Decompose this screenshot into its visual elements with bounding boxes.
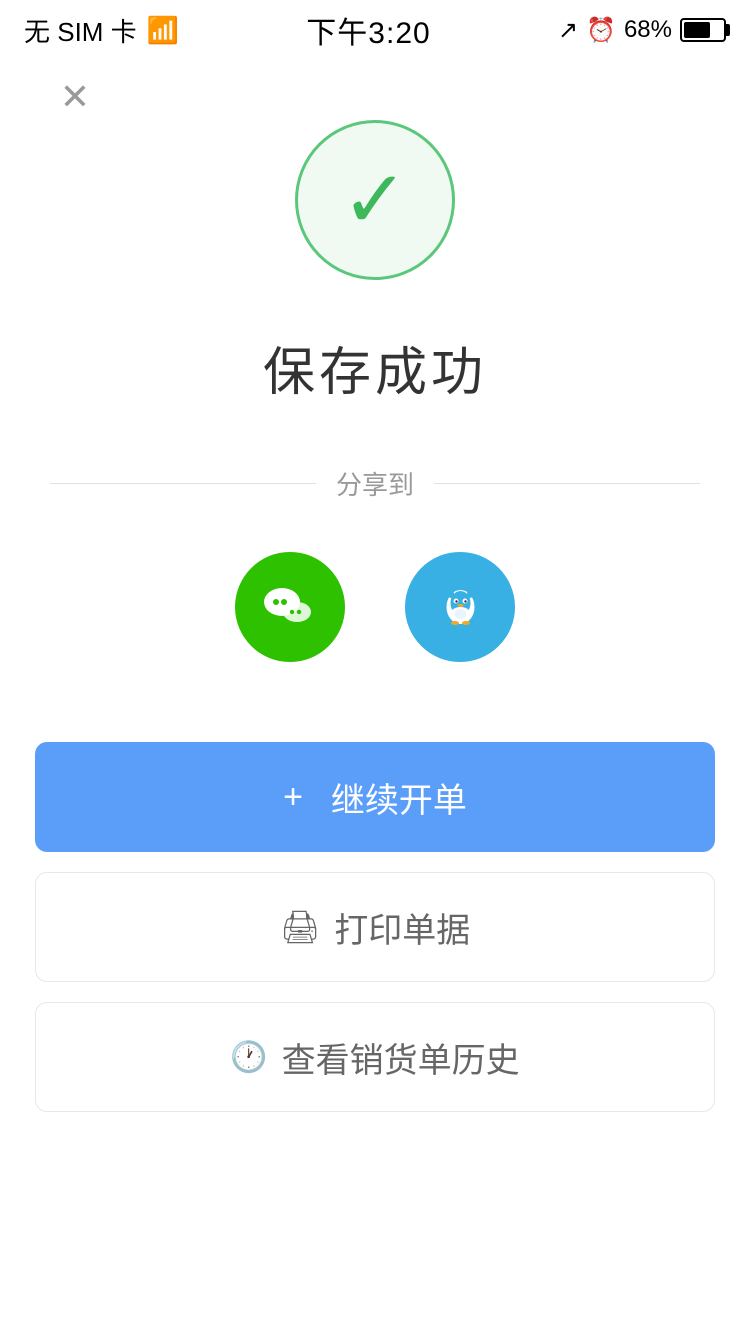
main-content: ✓ 保存成功 分享到 xyxy=(0,60,750,1112)
printer-icon: 🖨 xyxy=(280,908,321,946)
battery-fill xyxy=(684,22,710,38)
battery-percent: 68% xyxy=(624,16,672,44)
share-label: 分享到 xyxy=(316,465,434,502)
location-icon: ↗ xyxy=(558,16,578,45)
print-button[interactable]: 🖨 打印单据 xyxy=(35,872,715,982)
divider-line-right xyxy=(434,483,700,484)
qq-icon xyxy=(433,580,488,635)
continue-button[interactable]: + + 继续开单 继续开单 xyxy=(35,742,715,852)
qq-share-button[interactable] xyxy=(405,552,515,662)
status-bar: 无 SIM 卡 📶 下午3:20 ↗ ⏰ 68% xyxy=(0,0,750,60)
wechat-icon xyxy=(260,582,320,632)
divider-line-left xyxy=(50,483,316,484)
share-divider: 分享到 xyxy=(0,465,750,502)
close-icon: ✕ xyxy=(60,79,90,115)
checkmark-icon: ✓ xyxy=(341,160,408,240)
close-button[interactable]: ✕ xyxy=(50,72,100,122)
wechat-share-button[interactable] xyxy=(235,552,345,662)
status-right: ↗ ⏰ 68% xyxy=(558,16,726,45)
plus-icon: + xyxy=(283,778,303,817)
success-circle: ✓ xyxy=(295,120,455,280)
share-icons xyxy=(235,552,515,662)
status-left: 无 SIM 卡 📶 xyxy=(24,12,179,49)
success-title: 保存成功 xyxy=(263,330,487,405)
battery-bar xyxy=(680,18,726,42)
history-label: 查看销货单历史 xyxy=(282,1033,520,1082)
no-sim-label: 无 SIM 卡 xyxy=(24,12,137,49)
alarm-icon: ⏰ xyxy=(586,16,616,45)
print-label: 打印单据 xyxy=(334,903,470,952)
wifi-icon: 📶 xyxy=(147,15,179,46)
history-button[interactable]: 🕐 查看销货单历史 xyxy=(35,1002,715,1112)
status-time: 下午3:20 xyxy=(306,8,430,52)
clock-icon: 🕐 xyxy=(230,1040,267,1075)
action-buttons: + + 继续开单 继续开单 🖨 打印单据 🕐 查看销货单历史 xyxy=(35,742,715,1112)
